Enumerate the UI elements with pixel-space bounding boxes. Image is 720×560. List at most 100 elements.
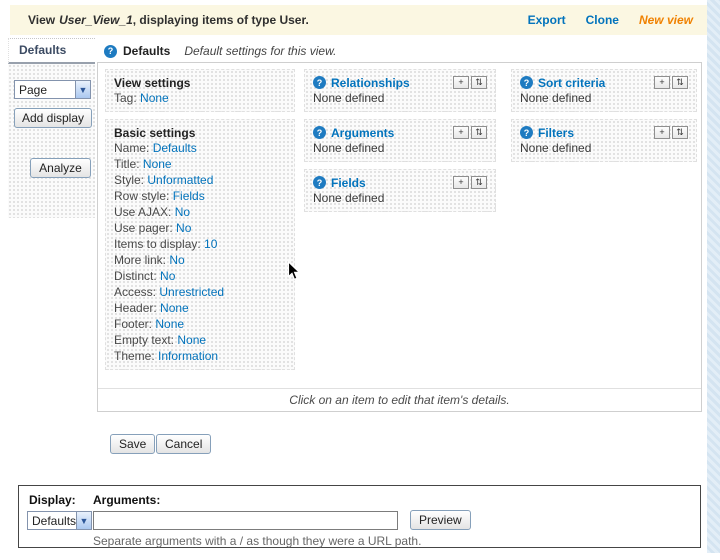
- filters-empty: None defined: [520, 141, 592, 155]
- setting-label: Footer:: [114, 317, 153, 331]
- relationships-title[interactable]: Relationships: [331, 75, 410, 91]
- setting-label: More link:: [114, 253, 167, 267]
- analyze-button[interactable]: Analyze: [30, 158, 91, 178]
- setting-value-link[interactable]: Unrestricted: [159, 285, 224, 299]
- help-icon[interactable]: ?: [520, 76, 533, 89]
- add-display-button[interactable]: Add display: [14, 108, 92, 128]
- add-icon[interactable]: +: [654, 126, 670, 139]
- sort-criteria-title[interactable]: Sort criteria: [538, 75, 605, 91]
- setting-row: Access: Unrestricted: [114, 284, 286, 300]
- sort-criteria-box: ? Sort criteria + ⇅ None defined: [511, 69, 697, 112]
- setting-value-link[interactable]: None: [177, 333, 206, 347]
- setting-value-link[interactable]: No: [176, 221, 191, 235]
- help-icon[interactable]: ?: [313, 176, 326, 189]
- setting-label: Distinct:: [114, 269, 157, 283]
- page-background-strip: [707, 0, 720, 553]
- display-settings-panel: View settings Tag: None Basic settings N…: [97, 62, 702, 412]
- view-title: View User_View_1, displaying items of typ…: [28, 13, 309, 27]
- arguments-title[interactable]: Arguments: [331, 125, 394, 141]
- rearrange-icon[interactable]: ⇅: [471, 76, 487, 89]
- add-icon[interactable]: +: [654, 76, 670, 89]
- view-title-suffix: , displaying items of type User.: [132, 13, 309, 27]
- help-icon[interactable]: ?: [104, 44, 117, 58]
- rearrange-icon[interactable]: ⇅: [672, 76, 688, 89]
- view-settings-box: View settings Tag: None: [105, 69, 295, 112]
- rearrange-icon[interactable]: ⇅: [471, 126, 487, 139]
- setting-row: Distinct: No: [114, 268, 286, 284]
- setting-value-link[interactable]: None: [155, 317, 184, 331]
- setting-label: Empty text:: [114, 333, 175, 347]
- clone-link[interactable]: Clone: [586, 13, 619, 27]
- setting-row: Title: None: [114, 156, 286, 172]
- cancel-button[interactable]: Cancel: [156, 434, 212, 454]
- setting-value-link[interactable]: 10: [204, 237, 217, 251]
- chevron-down-icon: ▼: [75, 81, 90, 98]
- setting-value-link[interactable]: No: [169, 253, 184, 267]
- setting-label: Style:: [114, 173, 145, 187]
- rearrange-icon[interactable]: ⇅: [672, 126, 688, 139]
- arguments-box: ? Arguments + ⇅ None defined: [304, 119, 496, 162]
- fields-empty: None defined: [313, 191, 385, 205]
- view-settings-title: View settings: [114, 75, 191, 90]
- rearrange-icon[interactable]: ⇅: [471, 176, 487, 189]
- setting-label: Use pager:: [114, 221, 173, 235]
- setting-value-link[interactable]: None: [160, 301, 189, 315]
- setting-row: Empty text: None: [114, 332, 286, 348]
- views-edit-page: View User_View_1, displaying items of typ…: [0, 0, 720, 560]
- save-button[interactable]: Save: [110, 434, 156, 454]
- setting-row: Row style: Fields: [114, 188, 286, 204]
- add-icon[interactable]: +: [453, 76, 469, 89]
- relationships-empty: None defined: [313, 91, 385, 105]
- add-icon[interactable]: +: [453, 126, 469, 139]
- panel-footer-note: Click on an item to edit that item's det…: [98, 388, 701, 411]
- setting-label: Name:: [114, 141, 150, 155]
- setting-label: Theme:: [114, 349, 155, 363]
- filters-title[interactable]: Filters: [538, 125, 574, 141]
- arguments-label: Arguments:: [93, 493, 161, 507]
- setting-row: Use pager: No: [114, 220, 286, 236]
- setting-row: Items to display: 10: [114, 236, 286, 252]
- display-type-select[interactable]: Page ▼: [14, 80, 91, 99]
- preview-display-select[interactable]: Defaults ▼: [27, 511, 92, 530]
- setting-value-link[interactable]: None: [143, 157, 172, 171]
- setting-row: Style: Unformatted: [114, 172, 286, 188]
- setting-label: Use AJAX:: [114, 205, 172, 219]
- arguments-input[interactable]: [93, 511, 398, 530]
- setting-row: Header: None: [114, 300, 286, 316]
- fields-title[interactable]: Fields: [331, 175, 366, 191]
- setting-row: Footer: None: [114, 316, 286, 332]
- help-icon[interactable]: ?: [520, 126, 533, 139]
- add-icon[interactable]: +: [453, 176, 469, 189]
- tab-defaults[interactable]: Defaults: [8, 38, 95, 64]
- setting-row-tag: Tag: None: [114, 90, 286, 106]
- setting-row: More link: No: [114, 252, 286, 268]
- help-icon[interactable]: ?: [313, 126, 326, 139]
- basic-settings-box: Basic settings Name: Defaults Title: Non…: [105, 119, 295, 370]
- chevron-down-icon: ▼: [76, 512, 91, 529]
- display-controls-sidebar: Page ▼ Add display Analyze: [8, 64, 95, 218]
- export-link[interactable]: Export: [528, 13, 566, 27]
- preview-button[interactable]: Preview: [410, 510, 471, 530]
- setting-label: Row style:: [114, 189, 170, 203]
- setting-label: Items to display:: [114, 237, 201, 251]
- setting-value-link[interactable]: Defaults: [153, 141, 197, 155]
- display-heading-description: Default settings for this view.: [184, 44, 337, 58]
- basic-settings-title: Basic settings: [114, 125, 196, 140]
- setting-label: Header:: [114, 301, 157, 315]
- new-view-link[interactable]: New view: [639, 13, 693, 27]
- view-name: User_View_1: [59, 13, 133, 27]
- setting-value-link[interactable]: No: [160, 269, 175, 283]
- setting-row: Theme: Information: [114, 348, 286, 364]
- setting-value-link[interactable]: Information: [158, 349, 218, 363]
- setting-row: Use AJAX: No: [114, 204, 286, 220]
- display-heading-title: Defaults: [123, 44, 171, 58]
- help-icon[interactable]: ?: [313, 76, 326, 89]
- setting-value-link[interactable]: Unformatted: [147, 173, 213, 187]
- header-links: Export Clone New view: [528, 13, 693, 27]
- setting-value-link[interactable]: Fields: [173, 189, 205, 203]
- fields-box: ? Fields + ⇅ None defined: [304, 169, 496, 212]
- view-title-prefix: View: [28, 13, 56, 27]
- setting-value-link[interactable]: None: [140, 91, 169, 105]
- setting-value-link[interactable]: No: [175, 205, 190, 219]
- setting-label: Tag:: [114, 91, 137, 105]
